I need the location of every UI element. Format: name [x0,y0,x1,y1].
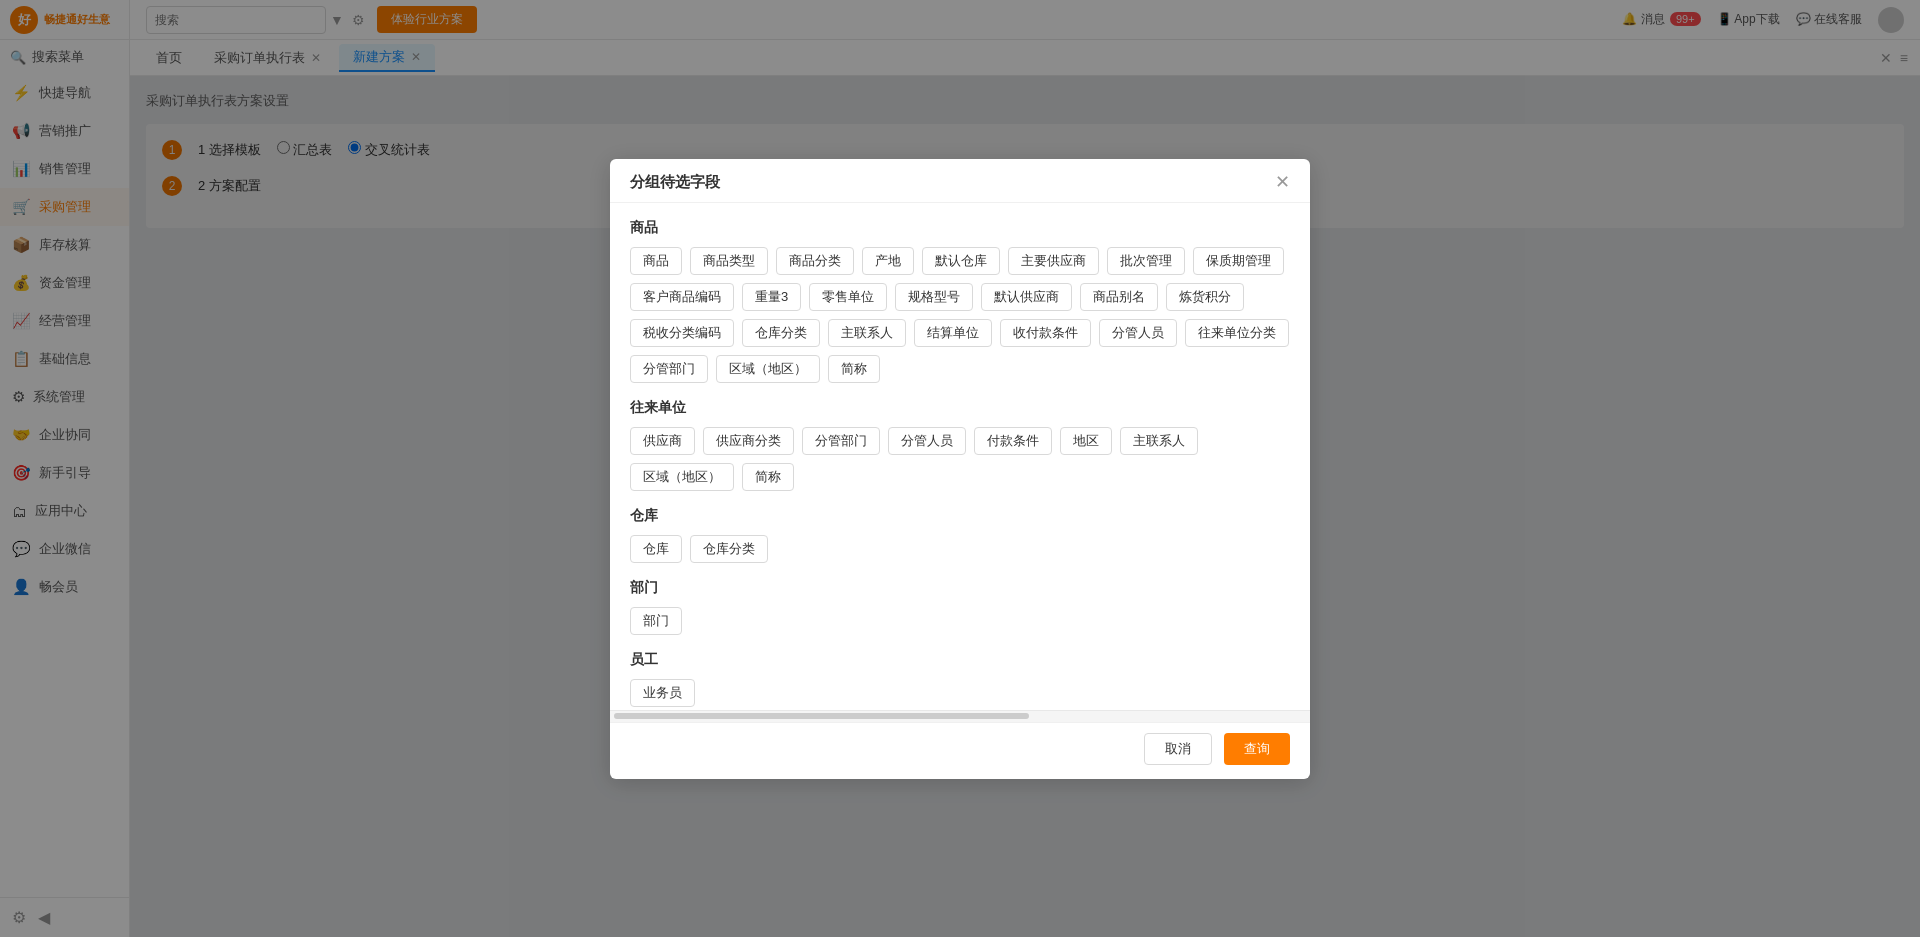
tag-spec-model[interactable]: 规格型号 [895,283,973,311]
employee-tag-group: 业务员 [630,679,1290,707]
tag-supplier-category[interactable]: 供应商分类 [703,427,794,455]
tag-customer-goods-code[interactable]: 客户商品编码 [630,283,734,311]
tag-goods-category[interactable]: 商品分类 [776,247,854,275]
tag-goods-type[interactable]: 商品类型 [690,247,768,275]
section-title-warehouse: 仓库 [630,507,1290,525]
tag-goods[interactable]: 商品 [630,247,682,275]
tag-short-name-cp[interactable]: 简称 [742,463,794,491]
tag-supervisor[interactable]: 分管人员 [1099,319,1177,347]
tag-counterparty-category[interactable]: 往来单位分类 [1185,319,1289,347]
tag-short-name-goods[interactable]: 简称 [828,355,880,383]
tag-settlement-unit[interactable]: 结算单位 [914,319,992,347]
modal-header: 分组待选字段 ✕ [610,159,1310,203]
modal-body: 商品 商品 商品类型 商品分类 产地 默认仓库 主要供应商 批次管理 保质期管理… [610,203,1310,710]
tag-salesperson[interactable]: 业务员 [630,679,695,707]
tag-manage-person[interactable]: 分管人员 [888,427,966,455]
section-title-counterparty: 往来单位 [630,399,1290,417]
confirm-button[interactable]: 查询 [1224,733,1290,765]
tag-payment-terms[interactable]: 收付款条件 [1000,319,1091,347]
tag-main-contact-cp[interactable]: 主联系人 [1120,427,1198,455]
warehouse-tag-group: 仓库 仓库分类 [630,535,1290,563]
tag-region-goods[interactable]: 区域（地区） [716,355,820,383]
modal-close-button[interactable]: ✕ [1275,173,1290,191]
tag-tax-code[interactable]: 税收分类编码 [630,319,734,347]
section-title-department: 部门 [630,579,1290,597]
tag-area[interactable]: 地区 [1060,427,1112,455]
modal-horizontal-scrollbar[interactable] [610,710,1310,722]
tag-warehouse-cat[interactable]: 仓库分类 [690,535,768,563]
tag-default-supplier[interactable]: 默认供应商 [981,283,1072,311]
department-tag-group: 部门 [630,607,1290,635]
tag-retail-unit[interactable]: 零售单位 [809,283,887,311]
tag-expiry-mgmt[interactable]: 保质期管理 [1193,247,1284,275]
tag-goods-alias[interactable]: 商品别名 [1080,283,1158,311]
cancel-button[interactable]: 取消 [1144,733,1212,765]
goods-tag-group: 商品 商品类型 商品分类 产地 默认仓库 主要供应商 批次管理 保质期管理 客户… [630,247,1290,383]
tag-main-contact[interactable]: 主联系人 [828,319,906,347]
tag-dept[interactable]: 分管部门 [630,355,708,383]
tag-manage-dept[interactable]: 分管部门 [802,427,880,455]
tag-supplier[interactable]: 供应商 [630,427,695,455]
section-title-goods: 商品 [630,219,1290,237]
modal-title: 分组待选字段 [630,173,720,192]
section-title-employee: 员工 [630,651,1290,669]
tag-warehouse-category[interactable]: 仓库分类 [742,319,820,347]
horizontal-scrollbar-thumb [614,713,1029,719]
tag-payment-condition[interactable]: 付款条件 [974,427,1052,455]
field-selection-modal: 分组待选字段 ✕ 商品 商品 商品类型 商品分类 产地 默认仓库 主要供应商 批… [610,159,1310,779]
tag-main-supplier[interactable]: 主要供应商 [1008,247,1099,275]
tag-default-warehouse[interactable]: 默认仓库 [922,247,1000,275]
tag-batch-mgmt[interactable]: 批次管理 [1107,247,1185,275]
tag-weight3[interactable]: 重量3 [742,283,801,311]
modal-overlay: 分组待选字段 ✕ 商品 商品 商品类型 商品分类 产地 默认仓库 主要供应商 批… [0,0,1920,937]
tag-warehouse[interactable]: 仓库 [630,535,682,563]
tag-department[interactable]: 部门 [630,607,682,635]
tag-refine-points[interactable]: 炼货积分 [1166,283,1244,311]
modal-footer: 取消 查询 [610,722,1310,779]
tag-region-cp[interactable]: 区域（地区） [630,463,734,491]
tag-origin[interactable]: 产地 [862,247,914,275]
counterparty-tag-group: 供应商 供应商分类 分管部门 分管人员 付款条件 地区 主联系人 区域（地区） … [630,427,1290,491]
